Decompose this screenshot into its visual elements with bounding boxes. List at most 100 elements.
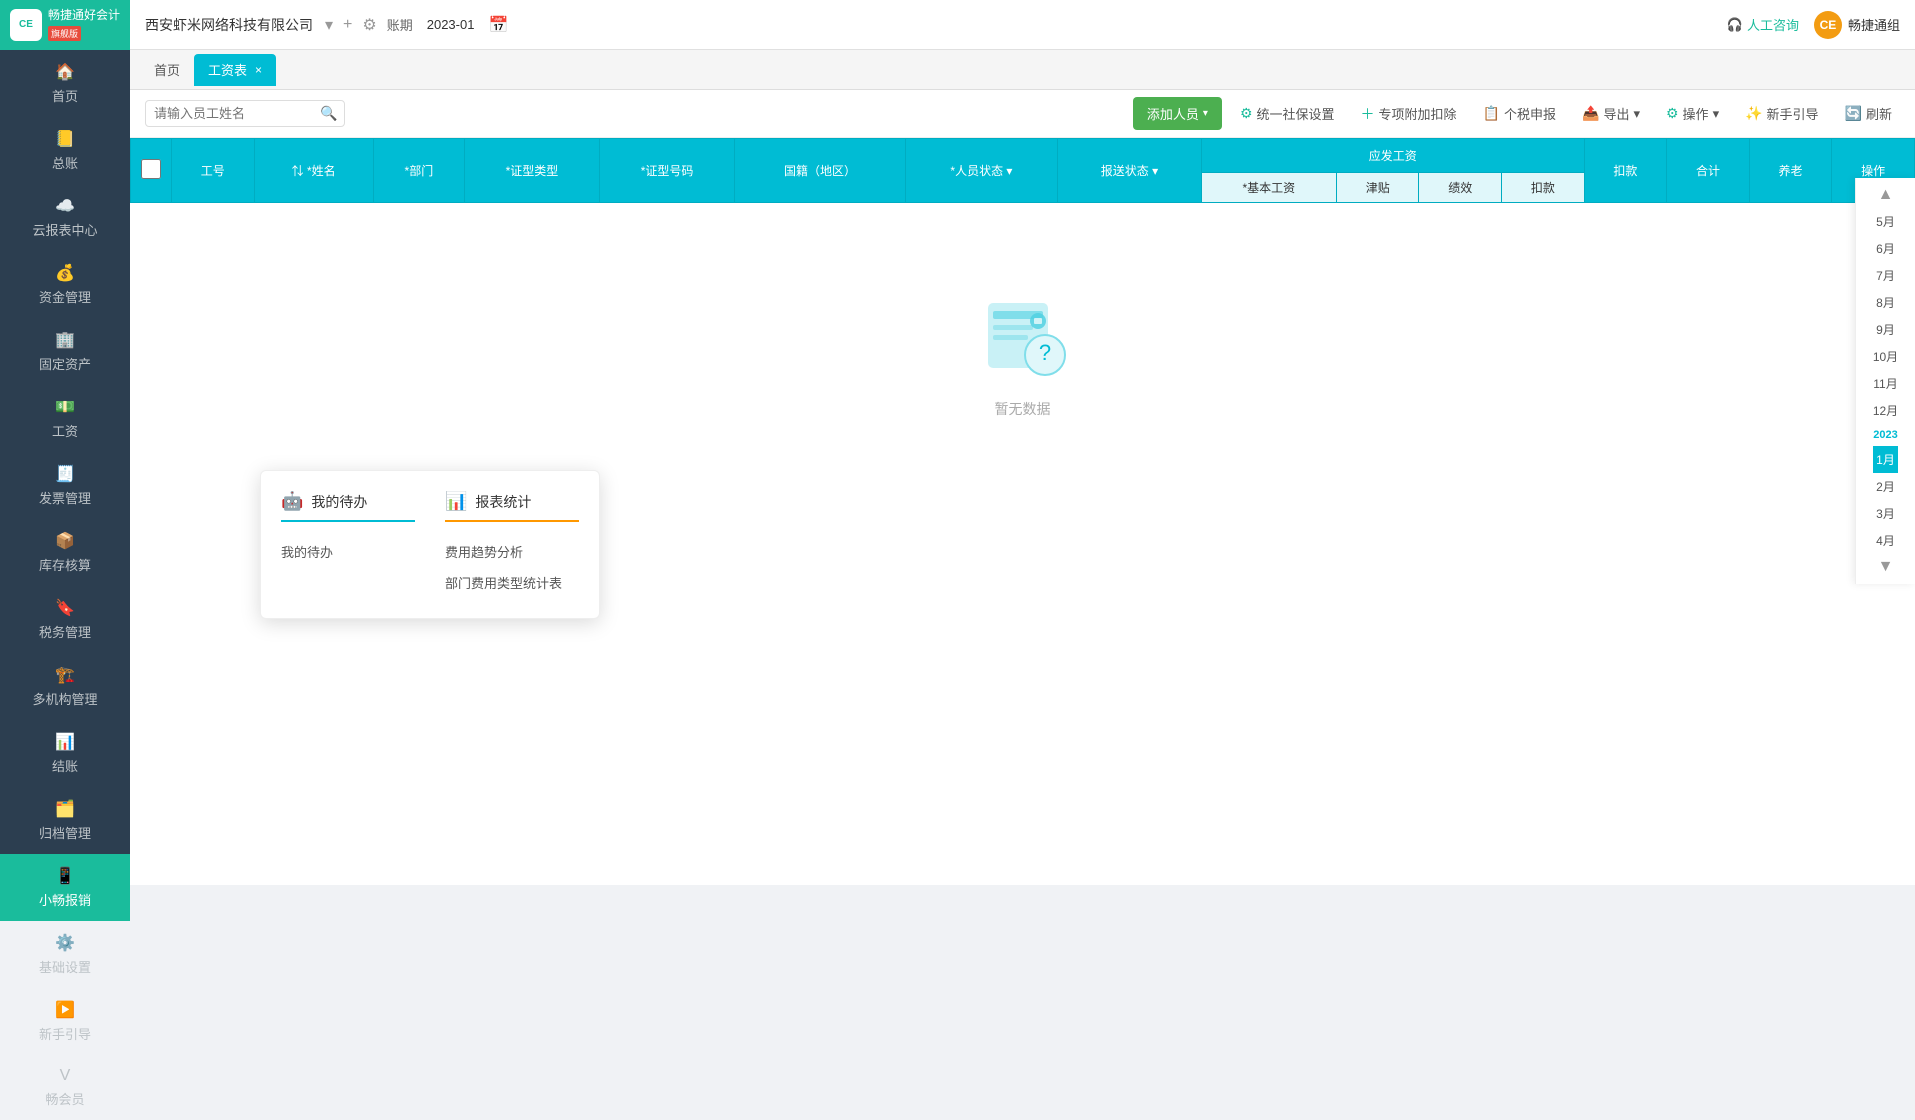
sidebar-item-fund[interactable]: 💰 资金管理 [0,251,130,318]
sidebar-item-invoice[interactable]: 🧾发票管理 [0,452,130,519]
add-person-button[interactable]: 添加人员 ▾ [1133,97,1222,130]
content-area: 🔍 添加人员 ▾ ⚙ 统一社保设置 ＋ 专项附加扣除 📋 个税申报 [130,90,1915,885]
th-cert-type: *证型类型 [464,139,599,203]
sidebar-label-fund: 资金管理 [39,287,91,306]
month-item-2023-03[interactable]: 3月 [1873,500,1898,527]
sidebar-item-cloud-report[interactable]: ☁️云报表中心 [0,184,130,251]
period-label: 账期 [387,15,413,34]
th-deduct: 扣款 [1584,139,1667,203]
sidebar-item-archive[interactable]: 🗂️归档管理 [0,787,130,854]
sidebar-label-tax: 税务管理 [39,622,91,641]
sidebar-label-member: 畅会员 [45,1089,84,1108]
sidebar-label-invoice: 发票管理 [39,488,91,507]
month-item-2023-11[interactable]: 11月 [1873,370,1898,397]
th-pension: 养老 [1749,139,1832,203]
home-icon: 🏠 [55,62,75,82]
th-checkbox[interactable] [131,139,172,203]
topbar-gear-icon[interactable]: ⚙ [362,15,376,35]
tab-home[interactable]: 首页 [140,54,194,86]
month-item-2023-10[interactable]: 10月 [1873,343,1898,370]
sidebar-item-expense[interactable]: 📱小畅报销 [0,854,130,921]
popup-col1-title: 🤖 我的待办 [281,491,415,522]
th-total: 合计 [1667,139,1750,203]
th-deduct-sub: 扣款 [1502,173,1585,203]
month-item-2023-12[interactable]: 12月 [1873,397,1898,424]
sidebar-item-fixed-asset[interactable]: 🏢固定资产 [0,318,130,385]
export-action[interactable]: 📤 导出 ▾ [1574,104,1648,123]
month-item-2023-09[interactable]: 9月 [1873,316,1898,343]
sidebar-item-settlement[interactable]: 📊结账 [0,720,130,787]
sidebar-item-guide[interactable]: ▶️新手引导 [0,988,130,1055]
social-security-action[interactable]: ⚙ 统一社保设置 [1232,104,1343,123]
refresh-action[interactable]: 🔄 刷新 [1837,104,1900,123]
new-guide-action[interactable]: ✨ 新手引导 [1737,104,1826,123]
company-dropdown-icon[interactable]: ▾ [325,15,333,35]
user-menu[interactable]: CE 畅捷通组 [1814,11,1900,39]
th-name: ⇅ *姓名 [254,139,373,203]
sidebar-item-basic-settings[interactable]: ⚙️基础设置 [0,921,130,988]
month-item-2023-05[interactable]: 5月 [1873,208,1898,235]
month-item-2023-04[interactable]: 4月 [1873,527,1898,554]
select-all-checkbox[interactable] [141,159,161,179]
sidebar-item-inventory[interactable]: 📦库存核算 [0,519,130,586]
month-item-2023-02[interactable]: 2月 [1873,473,1898,500]
th-personnel-status[interactable]: *人员状态 ▾ [905,139,1057,203]
month-item-2023-07[interactable]: 7月 [1873,262,1898,289]
popup-item-report[interactable]: 部门费用类型统计表 [445,567,579,598]
multi-org-icon: 🏗️ [55,665,75,685]
th-send-status[interactable]: 报送状态 ▾ [1058,139,1202,203]
sidebar-label-ledger: 总账 [52,153,78,172]
add-btn-label: 添加人员 [1147,104,1199,123]
member-icon: V [60,1067,71,1085]
month-panel-up[interactable]: ▲ [1874,182,1898,208]
report-icon: 📊 [445,491,467,512]
logo-name: 畅捷通好会计 [48,8,120,24]
topbar-right: 🎧 人工咨询 CE 畅捷通组 [1727,11,1900,39]
logo-icon: CE [10,9,42,41]
basic-settings-icon: ⚙️ [55,933,75,953]
app-logo[interactable]: CE 畅捷通好会计 旗舰版 [0,0,130,50]
operation-action[interactable]: ⚙ 操作 ▾ [1658,104,1727,123]
search-box[interactable]: 🔍 [145,100,345,127]
popup-item-mywork[interactable]: 我的待办 [281,536,415,567]
sidebar-item-member[interactable]: V 畅会员 [0,1055,130,1120]
sidebar-label-home: 首页 [52,86,78,105]
calendar-icon[interactable]: 📅 [488,15,508,35]
topbar-add-icon[interactable]: + [343,16,352,34]
sidebar-nav: 🏠 首页 📒 总账 ☁️云报表中心 💰 资金管理 🏢固定资产💵工资🧾发票管理📦库存核算🔖税务管… [0,50,130,1120]
empty-text: 暂无数据 [995,399,1051,419]
th-department: *部门 [373,139,464,203]
ledger-icon: 📒 [55,129,75,149]
popup-section: 🤖 我的待办 我的待办 📊 报表统计 费用趋势分析部门费用类型统计表 [281,491,579,598]
tax-deduction-action[interactable]: ＋ 专项附加扣除 [1353,104,1465,124]
fund-icon: 💰 [55,263,75,283]
search-input[interactable] [154,106,314,121]
export-icon: 📤 [1582,105,1599,122]
popup-col-mywork: 🤖 我的待办 我的待办 [281,491,415,598]
sidebar-item-ledger[interactable]: 📒 总账 [0,117,130,184]
salary-icon: 💵 [55,397,75,417]
sidebar: CE 畅捷通好会计 旗舰版 🏠 首页 📒 总账 ☁️云报表中心 💰 资金管理 🏢固定资产💵工资… [0,0,130,885]
th-wages: 应发工资 [1201,139,1584,173]
sidebar-item-tax[interactable]: 🔖税务管理 [0,586,130,653]
avatar-text: CE [1820,18,1837,32]
export-dropdown-icon: ▾ [1633,106,1640,122]
tab-home-label: 首页 [154,60,180,79]
sidebar-item-multi-org[interactable]: 🏗️多机构管理 [0,653,130,720]
month-item-2023-01[interactable]: 1月 [1873,446,1898,473]
search-icon[interactable]: 🔍 [320,105,337,122]
sidebar-item-salary[interactable]: 💵工资 [0,385,130,452]
operation-icon: ⚙ [1666,105,1679,122]
sidebar-item-home[interactable]: 🏠 首页 [0,50,130,117]
tab-close-icon[interactable]: × [255,63,262,77]
month-item-2023-06[interactable]: 6月 [1873,235,1898,262]
individual-tax-action[interactable]: 📋 个税申报 [1475,104,1564,123]
avatar: CE [1814,11,1842,39]
service-button[interactable]: 🎧 人工咨询 [1727,15,1799,34]
month-panel-down[interactable]: ▼ [1874,554,1898,580]
sidebar-label-archive: 归档管理 [39,823,91,842]
popup-item-report[interactable]: 费用趋势分析 [445,536,579,567]
month-item-2023-08[interactable]: 8月 [1873,289,1898,316]
tab-salary[interactable]: 工资表 × [194,54,276,86]
popup-col-reports: 📊 报表统计 费用趋势分析部门费用类型统计表 [445,491,579,598]
